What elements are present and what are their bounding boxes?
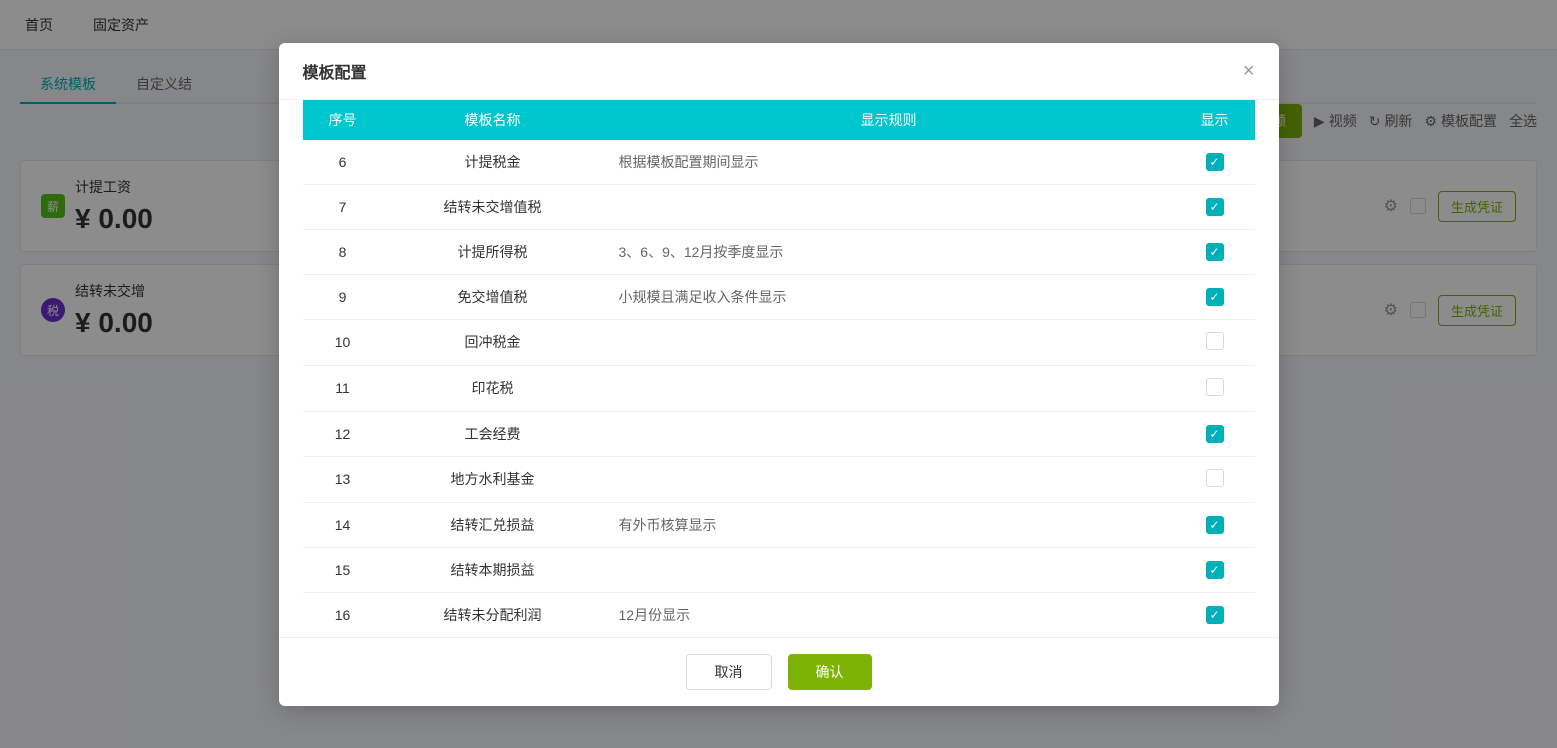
modal-template-config: 模板配置 × 序号 模板名称 显示规则 显示 6计提税金根据模板配置期间显示✓7…	[279, 43, 1279, 706]
modal-footer: 取消 确认	[279, 637, 1279, 706]
cell-check-1: ✓	[1175, 184, 1255, 229]
table-row: 7结转未交增值税 ✓	[303, 184, 1255, 229]
table-row: 16结转未分配利润12月份显示 ✓	[303, 592, 1255, 637]
cell-no-0: 6	[303, 140, 383, 185]
checkbox-checked-3[interactable]: ✓	[1206, 288, 1224, 306]
cell-no-5: 11	[303, 365, 383, 411]
col-header-rule: 显示规则	[603, 100, 1175, 140]
table-body: 6计提税金根据模板配置期间显示✓7结转未交增值税✓8计提所得税3、6、9、12月…	[303, 140, 1255, 637]
cell-rule-8: 有外币核算显示	[603, 502, 1175, 547]
cell-check-10: ✓	[1175, 592, 1255, 637]
cell-rule-5	[603, 365, 1175, 411]
cell-no-7: 13	[303, 456, 383, 502]
modal-overlay: 模板配置 × 序号 模板名称 显示规则 显示 6计提税金根据模板配置期间显示✓7…	[0, 0, 1557, 748]
checkbox-checked-10[interactable]: ✓	[1206, 606, 1224, 624]
cell-rule-1	[603, 184, 1175, 229]
cell-rule-4	[603, 319, 1175, 365]
cell-no-1: 7	[303, 184, 383, 229]
cell-check-5	[1175, 365, 1255, 411]
modal-body: 序号 模板名称 显示规则 显示 6计提税金根据模板配置期间显示✓7结转未交增值税…	[279, 100, 1279, 637]
modal-header: 模板配置 ×	[279, 43, 1279, 100]
confirm-button[interactable]: 确认	[788, 654, 872, 690]
cell-name-9: 结转本期损益	[383, 547, 603, 592]
table-row: 13地方水利基金	[303, 456, 1255, 502]
table-row: 14结转汇兑损益有外币核算显示 ✓	[303, 502, 1255, 547]
cell-name-8: 结转汇兑损益	[383, 502, 603, 547]
cell-name-4: 回冲税金	[383, 319, 603, 365]
cell-rule-3: 小规模且满足收入条件显示	[603, 274, 1175, 319]
table-row: 6计提税金根据模板配置期间显示 ✓	[303, 140, 1255, 185]
cell-no-8: 14	[303, 502, 383, 547]
cell-name-6: 工会经费	[383, 411, 603, 456]
col-header-name: 模板名称	[383, 100, 603, 140]
cell-check-2: ✓	[1175, 229, 1255, 274]
cell-no-4: 10	[303, 319, 383, 365]
cell-name-3: 免交增值税	[383, 274, 603, 319]
cell-check-4	[1175, 319, 1255, 365]
table-row: 15结转本期损益 ✓	[303, 547, 1255, 592]
cell-check-7	[1175, 456, 1255, 502]
checkbox-checked-8[interactable]: ✓	[1206, 516, 1224, 534]
checkbox-checked-1[interactable]: ✓	[1206, 198, 1224, 216]
cell-check-0: ✓	[1175, 140, 1255, 185]
col-header-display: 显示	[1175, 100, 1255, 140]
config-table: 序号 模板名称 显示规则 显示 6计提税金根据模板配置期间显示✓7结转未交增值税…	[303, 100, 1255, 637]
cancel-button[interactable]: 取消	[686, 654, 772, 690]
cell-no-9: 15	[303, 547, 383, 592]
cell-rule-9	[603, 547, 1175, 592]
modal-title: 模板配置	[303, 59, 367, 83]
cell-rule-7	[603, 456, 1175, 502]
cell-rule-0: 根据模板配置期间显示	[603, 140, 1175, 185]
checkbox-checked-2[interactable]: ✓	[1206, 243, 1224, 261]
checkbox-unchecked-7[interactable]	[1206, 469, 1224, 487]
cell-check-3: ✓	[1175, 274, 1255, 319]
modal-close-button[interactable]: ×	[1243, 61, 1255, 81]
checkbox-checked-0[interactable]: ✓	[1206, 153, 1224, 171]
table-row: 8计提所得税3、6、9、12月按季度显示 ✓	[303, 229, 1255, 274]
cell-name-0: 计提税金	[383, 140, 603, 185]
cell-name-10: 结转未分配利润	[383, 592, 603, 637]
table-row: 9免交增值税小规模且满足收入条件显示 ✓	[303, 274, 1255, 319]
cell-rule-10: 12月份显示	[603, 592, 1175, 637]
cell-check-8: ✓	[1175, 502, 1255, 547]
cell-rule-6	[603, 411, 1175, 456]
checkbox-unchecked-4[interactable]	[1206, 332, 1224, 350]
cell-no-10: 16	[303, 592, 383, 637]
checkbox-checked-9[interactable]: ✓	[1206, 561, 1224, 579]
cell-no-6: 12	[303, 411, 383, 456]
cell-no-3: 9	[303, 274, 383, 319]
table-header-row: 序号 模板名称 显示规则 显示	[303, 100, 1255, 140]
cell-name-7: 地方水利基金	[383, 456, 603, 502]
cell-name-5: 印花税	[383, 365, 603, 411]
checkbox-checked-6[interactable]: ✓	[1206, 425, 1224, 443]
checkbox-unchecked-5[interactable]	[1206, 378, 1224, 396]
cell-check-6: ✓	[1175, 411, 1255, 456]
table-row: 12工会经费 ✓	[303, 411, 1255, 456]
table-head: 序号 模板名称 显示规则 显示	[303, 100, 1255, 140]
table-row: 10回冲税金	[303, 319, 1255, 365]
cell-name-2: 计提所得税	[383, 229, 603, 274]
cell-no-2: 8	[303, 229, 383, 274]
cell-check-9: ✓	[1175, 547, 1255, 592]
cell-rule-2: 3、6、9、12月按季度显示	[603, 229, 1175, 274]
col-header-no: 序号	[303, 100, 383, 140]
table-row: 11印花税	[303, 365, 1255, 411]
cell-name-1: 结转未交增值税	[383, 184, 603, 229]
